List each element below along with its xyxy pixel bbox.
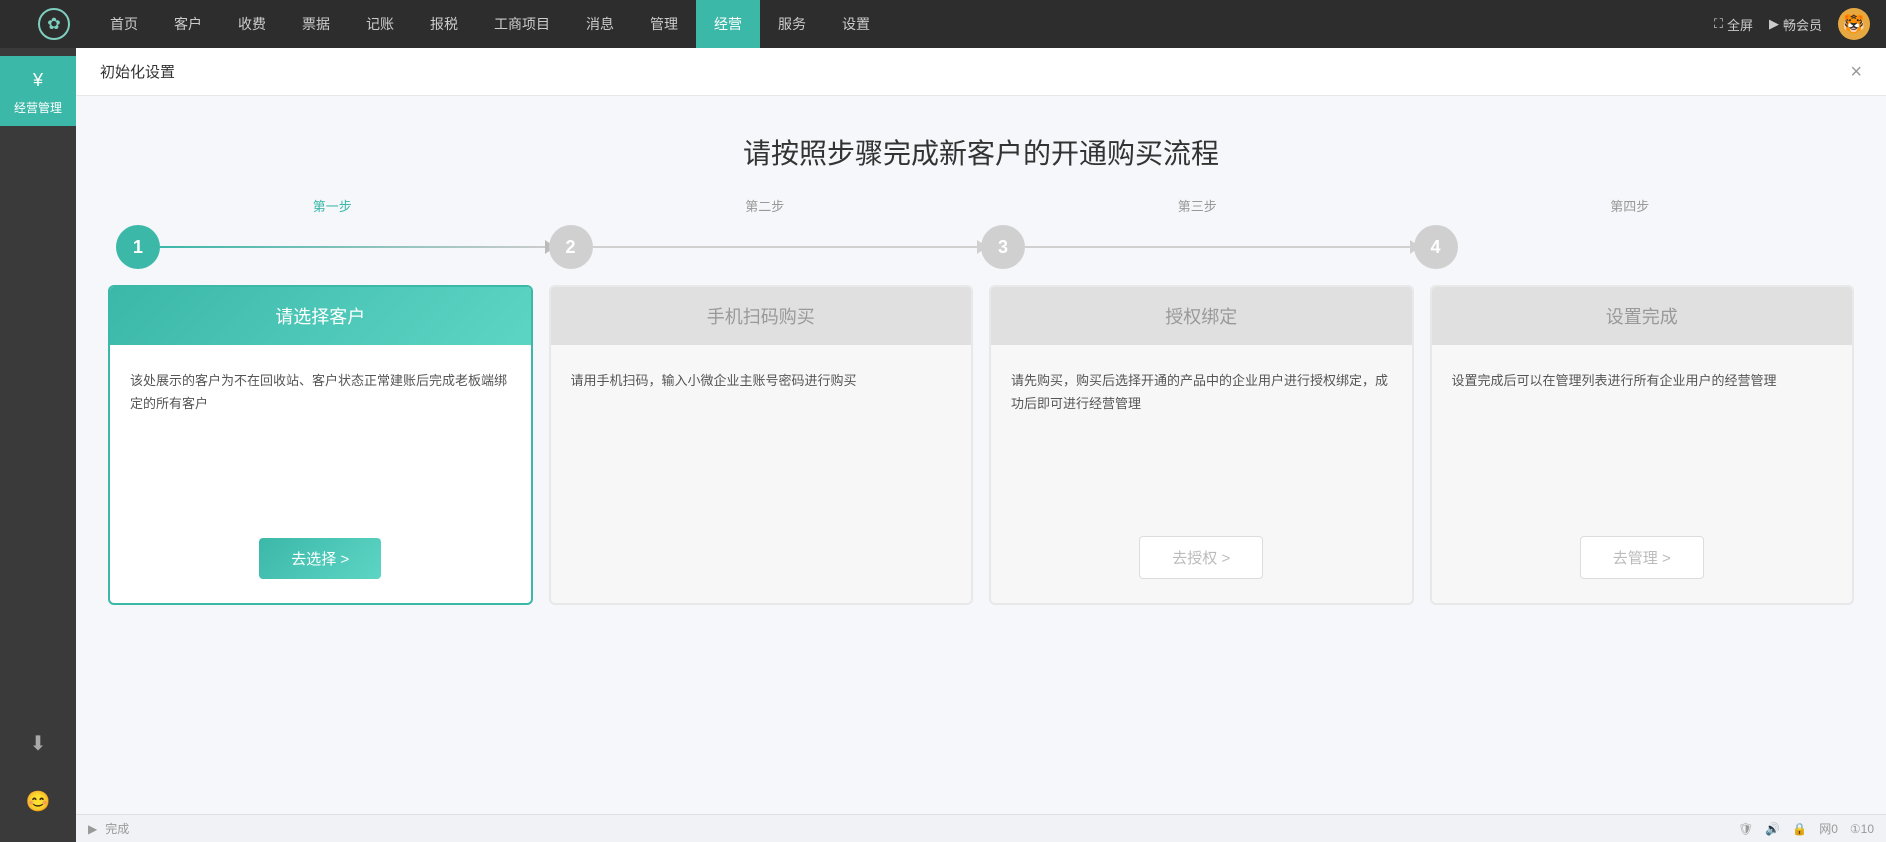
member-label: 畅会员 (1783, 15, 1822, 34)
sidebar-bottom: ⬇ 😊 (0, 718, 76, 842)
logo-area: ✿ (16, 8, 92, 40)
user-avatar[interactable]: 🐯 (1838, 8, 1870, 40)
card-header-2: 手机扫码购买 (551, 287, 972, 345)
card-footer-4: 去管理 > (1432, 520, 1853, 603)
status-label: 完成 (105, 820, 129, 837)
fullscreen-icon: ⛶ (1714, 16, 1723, 32)
card-header-1: 请选择客户 (110, 287, 531, 345)
step-card-2: 手机扫码购买 请用手机扫码，输入小微企业主账号密码进行购买 (549, 285, 974, 605)
nav-ticket[interactable]: 票据 (284, 0, 348, 48)
step-col-2: 第二步 2 (549, 196, 982, 269)
step-col-3: 第三步 3 (981, 196, 1414, 269)
fullscreen-button[interactable]: ⛶ 全屏 (1714, 15, 1753, 34)
nav-menu: 首页 客户 收费 票据 记账 报税 工商项目 消息 管理 经营 服务 设置 (92, 0, 1714, 48)
card-header-4: 设置完成 (1432, 287, 1853, 345)
sidebar-item-label: 经营管理 (14, 99, 62, 116)
card-header-3: 授权绑定 (991, 287, 1412, 345)
panel-title: 初始化设置 (100, 61, 175, 82)
fullscreen-label: 全屏 (1727, 15, 1753, 34)
nav-right-area: ⛶ 全屏 ▶ 畅会员 🐯 (1714, 8, 1870, 40)
step-circle-row-3: 3 (981, 225, 1414, 269)
sidebar-download-button[interactable]: ⬇ (0, 718, 76, 768)
content-area: 初始化设置 × 请按照步骤完成新客户的开通购买流程 第一步 1 (76, 48, 1886, 842)
step-col-4: 第四步 4 (1414, 196, 1847, 269)
nav-home[interactable]: 首页 (92, 0, 156, 48)
top-navigation: ✿ 首页 客户 收费 票据 记账 报税 工商项目 消息 管理 经营 服务 设置 … (0, 0, 1886, 48)
cards-row: 请选择客户 该处展示的客户为不在回收站、客户状态正常建账后完成老板端绑定的所有客… (108, 285, 1854, 605)
step-line-3 (1025, 246, 1414, 248)
sidebar-support-button[interactable]: 😊 (0, 776, 76, 826)
step-label-2: 第二步 (745, 196, 784, 215)
step-circle-row-4: 4 (1414, 225, 1847, 269)
step-circle-4: 4 (1414, 225, 1458, 269)
step-col-1: 第一步 1 (116, 196, 549, 269)
step-circle-2: 2 (549, 225, 593, 269)
card-body-4: 设置完成后可以在管理列表进行所有企业用户的经营管理 (1432, 345, 1853, 520)
card-body-1: 该处展示的客户为不在回收站、客户状态正常建账后完成老板端绑定的所有客户 (110, 345, 531, 522)
go-select-button[interactable]: 去选择 > (259, 538, 381, 579)
main-layout: ¥ 经营管理 ⬇ 😊 初始化设置 × 请按照步骤完成新客户的开通购买流程 第一步 (0, 48, 1886, 842)
steps-row: 第一步 1 第二步 2 (108, 196, 1854, 269)
step-card-1: 请选择客户 该处展示的客户为不在回收站、客户状态正常建账后完成老板端绑定的所有客… (108, 285, 533, 605)
close-button[interactable]: × (1850, 62, 1862, 82)
shield-icon: 🛡 (1738, 822, 1753, 836)
play-icon: ▶ (1769, 16, 1779, 32)
nav-tax[interactable]: 报税 (412, 0, 476, 48)
nav-operation[interactable]: 经营 (696, 0, 760, 48)
status-right: 🛡 🔊 🔒 网0 ①10 (1738, 820, 1874, 837)
sidebar-item-operation[interactable]: ¥ 经营管理 (0, 56, 76, 126)
step-label-4: 第四步 (1610, 196, 1649, 215)
member-button[interactable]: ▶ 畅会员 (1769, 15, 1822, 34)
step-circle-1: 1 (116, 225, 160, 269)
volume-icon: 🔊 (1765, 822, 1780, 836)
nav-message[interactable]: 消息 (568, 0, 632, 48)
network-status: 网0 (1819, 820, 1838, 837)
lock-icon: 🔒 (1792, 822, 1807, 836)
go-authorize-button[interactable]: 去授权 > (1139, 536, 1263, 579)
nav-service[interactable]: 服务 (760, 0, 824, 48)
status-left: ▶ 完成 (88, 820, 129, 837)
nav-customer[interactable]: 客户 (156, 0, 220, 48)
step-line-1 (160, 246, 549, 248)
panel-body: 请按照步骤完成新客户的开通购买流程 第一步 1 第二步 (76, 96, 1886, 814)
step-label-1: 第一步 (313, 196, 352, 215)
nav-bookkeep[interactable]: 记账 (348, 0, 412, 48)
card-footer-2 (551, 563, 972, 603)
notification-count: ①10 (1850, 822, 1874, 836)
play-triangle-icon: ▶ (88, 822, 97, 836)
go-manage-button[interactable]: 去管理 > (1580, 536, 1704, 579)
sidebar: ¥ 经营管理 ⬇ 😊 (0, 48, 76, 842)
step-card-3: 授权绑定 请先购买，购买后选择开通的产品中的企业用户进行授权绑定，成功后即可进行… (989, 285, 1414, 605)
nav-business[interactable]: 工商项目 (476, 0, 568, 48)
nav-settings[interactable]: 设置 (824, 0, 888, 48)
step-card-4: 设置完成 设置完成后可以在管理列表进行所有企业用户的经营管理 去管理 > (1430, 285, 1855, 605)
page-heading: 请按照步骤完成新客户的开通购买流程 (108, 96, 1854, 196)
yuan-icon: ¥ (24, 67, 52, 95)
step-circle-row-1: 1 (116, 225, 549, 269)
step-circle-3: 3 (981, 225, 1025, 269)
step-line-2 (593, 246, 982, 248)
card-footer-3: 去授权 > (991, 520, 1412, 603)
panel-header: 初始化设置 × (76, 48, 1886, 96)
card-body-3: 请先购买，购买后选择开通的产品中的企业用户进行授权绑定，成功后即可进行经营管理 (991, 345, 1412, 520)
card-body-2: 请用手机扫码，输入小微企业主账号密码进行购买 (551, 345, 972, 563)
step-label-3: 第三步 (1178, 196, 1217, 215)
nav-fee[interactable]: 收费 (220, 0, 284, 48)
nav-manage[interactable]: 管理 (632, 0, 696, 48)
step-circle-row-2: 2 (549, 225, 982, 269)
logo-icon: ✿ (38, 8, 70, 40)
status-bar: ▶ 完成 🛡 🔊 🔒 网0 ①10 (76, 814, 1886, 842)
card-footer-1: 去选择 > (110, 522, 531, 603)
